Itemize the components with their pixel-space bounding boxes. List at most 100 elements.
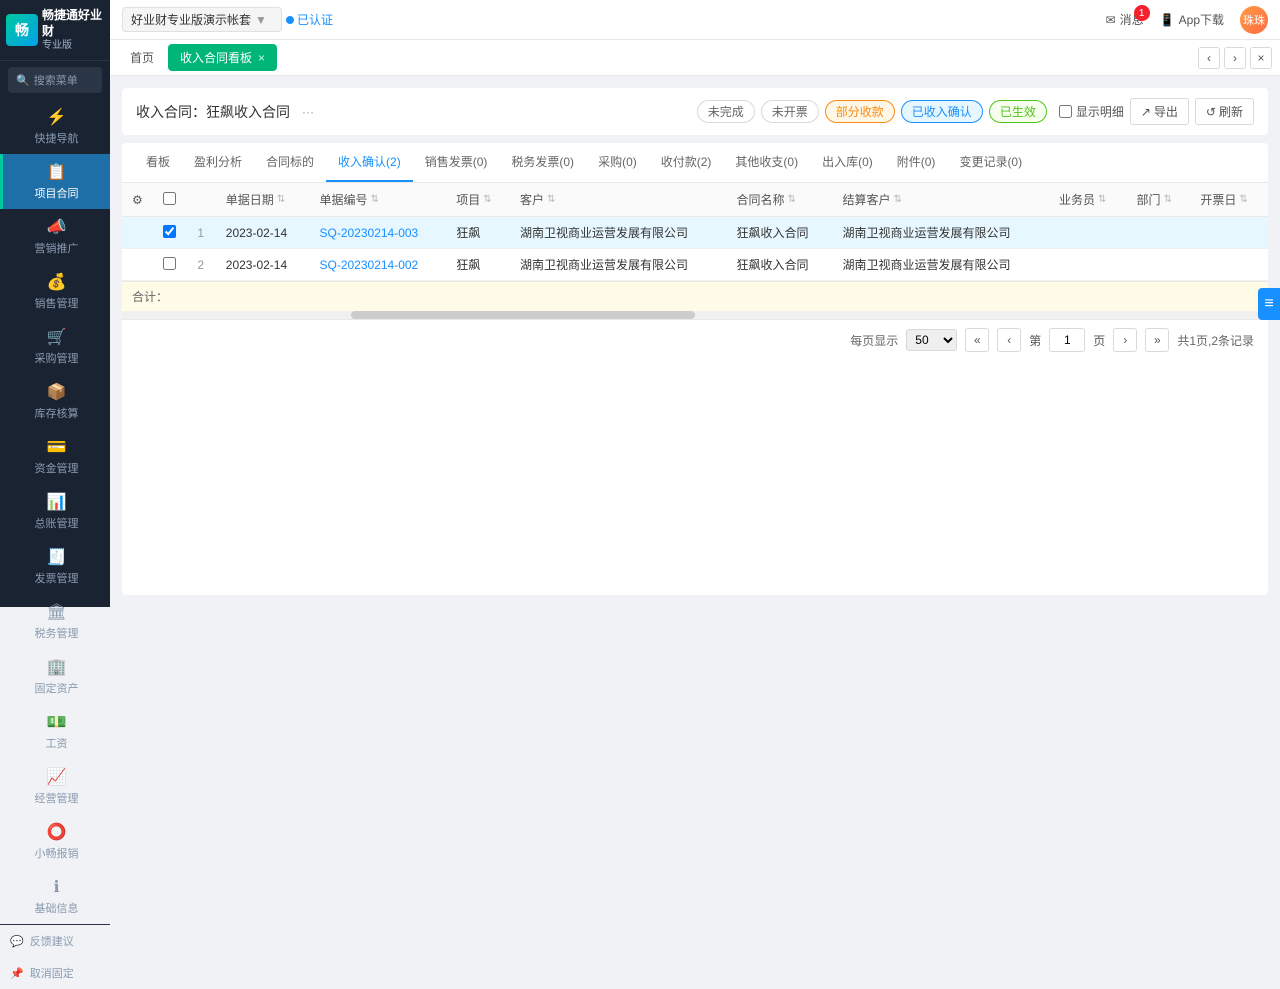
status-tag-effective[interactable]: 已生效 xyxy=(989,100,1047,123)
row-order-no-2[interactable]: SQ-20230214-002 xyxy=(309,249,446,281)
refresh-button[interactable]: ↺ 刷新 xyxy=(1195,98,1254,125)
sidebar-item-purchase[interactable]: 🛒 采购管理 xyxy=(0,319,110,374)
tab-close-icon[interactable]: × xyxy=(258,51,265,65)
feedback-icon: 💬 xyxy=(10,935,24,948)
sidebar-unpin[interactable]: 📌 取消固定 xyxy=(0,957,110,989)
sub-tab-profit[interactable]: 盈利分析 xyxy=(182,143,254,182)
select-all-checkbox[interactable] xyxy=(163,192,176,205)
row-select-1[interactable] xyxy=(163,225,176,238)
contract-more-icon[interactable]: ··· xyxy=(302,105,314,119)
search-menu-button[interactable]: 🔍 搜索菜单 xyxy=(8,67,102,93)
show-detail-checkbox-area[interactable]: 显示明细 xyxy=(1059,98,1124,125)
sub-tab-other-income[interactable]: 其他收支(0) xyxy=(723,143,810,182)
row-settings-1 xyxy=(122,217,153,249)
sort-order-icon[interactable]: ⇅ xyxy=(371,194,379,205)
sub-tab-board[interactable]: 看板 xyxy=(134,143,182,182)
sub-tab-tax-invoice[interactable]: 税务发票(0) xyxy=(499,143,586,182)
sidebar-item-sales[interactable]: 💰 销售管理 xyxy=(0,264,110,319)
sidebar-item-management[interactable]: 📈 经营管理 xyxy=(0,759,110,814)
sort-date-icon[interactable]: ⇅ xyxy=(277,194,285,205)
sort-settle-icon[interactable]: ⇅ xyxy=(893,194,901,205)
sidebar-item-inventory[interactable]: 📦 库存核算 xyxy=(0,374,110,429)
sidebar-item-marketing[interactable]: 📣 营销推广 xyxy=(0,209,110,264)
col-open-date-header: 开票日 ⇅ xyxy=(1190,183,1268,217)
status-tag-revenue-confirmed[interactable]: 已收入确认 xyxy=(901,100,983,123)
sidebar-feedback[interactable]: 💬 反馈建议 xyxy=(0,925,110,957)
sidebar-item-funds[interactable]: 💳 资金管理 xyxy=(0,429,110,484)
page-size-select[interactable]: 50 100 xyxy=(906,329,957,351)
sidebar-item-payroll[interactable]: 💵 工资 xyxy=(0,704,110,759)
settings-icon[interactable]: ⚙ xyxy=(132,193,143,207)
scrollbar-thumb[interactable] xyxy=(351,311,695,319)
sub-tab-revenue-confirm[interactable]: 收入确认(2) xyxy=(326,143,413,182)
show-detail-checkbox[interactable] xyxy=(1059,105,1072,118)
sub-tab-sales-invoice[interactable]: 销售发票(0) xyxy=(413,143,500,182)
status-tag-incomplete[interactable]: 未完成 xyxy=(697,100,755,123)
tab-prev-button[interactable]: ‹ xyxy=(1198,47,1220,69)
export-button[interactable]: ↗ 导出 xyxy=(1130,98,1189,125)
horizontal-scrollbar[interactable] xyxy=(122,311,1268,319)
row-num-1: 1 xyxy=(186,217,216,249)
next-page-button[interactable]: › xyxy=(1113,328,1137,352)
status-tag-partial-payment[interactable]: 部分收款 xyxy=(825,100,895,123)
col-checkbox-header xyxy=(153,183,186,217)
row-select-2[interactable] xyxy=(163,257,176,270)
sort-open-date-icon[interactable]: ⇅ xyxy=(1239,194,1247,205)
sort-contract-name-icon[interactable]: ⇅ xyxy=(788,194,796,205)
sort-dept-icon[interactable]: ⇅ xyxy=(1164,194,1172,205)
tabbar: 首页 收入合同看板 × ‹ › × xyxy=(110,40,1280,76)
sidebar-item-fixed-assets[interactable]: 🏢 固定资产 xyxy=(0,649,110,704)
status-tag-uninvoiced[interactable]: 未开票 xyxy=(761,100,819,123)
pagination: 每页显示 50 100 « ‹ 第 页 › » 共1页,2条记录 xyxy=(122,319,1268,360)
sub-tab-attachment[interactable]: 附件(0) xyxy=(885,143,948,182)
inventory-icon: 📦 xyxy=(47,382,67,402)
tab-close-all-button[interactable]: × xyxy=(1250,47,1272,69)
sub-tab-purchase[interactable]: 采购(0) xyxy=(586,143,649,182)
first-page-button[interactable]: « xyxy=(965,328,989,352)
tab-next-button[interactable]: › xyxy=(1224,47,1246,69)
sub-tab-payment[interactable]: 收付款(2) xyxy=(649,143,724,182)
sidebar-search-area: 🔍 搜索菜单 xyxy=(0,61,110,99)
sidebar-item-basic-info[interactable]: ℹ 基础信息 xyxy=(0,869,110,924)
tab-home[interactable]: 首页 xyxy=(118,43,166,72)
sort-salesman-icon[interactable]: ⇅ xyxy=(1098,194,1106,205)
row-settle-customer-1: 湖南卫视商业运营发展有限公司 xyxy=(832,217,1048,249)
order-link-2[interactable]: SQ-20230214-002 xyxy=(319,258,418,272)
sidebar-item-project-contract[interactable]: 📋 项目合同 xyxy=(0,154,110,209)
message-button[interactable]: ✉ 消息 1 xyxy=(1106,11,1144,28)
last-page-button[interactable]: » xyxy=(1145,328,1169,352)
tab-nav-buttons: ‹ › × xyxy=(1198,47,1272,69)
app-download-button[interactable]: 📱 App下载 xyxy=(1160,11,1224,28)
order-link-1[interactable]: SQ-20230214-003 xyxy=(319,226,418,240)
sub-tab-warehouse[interactable]: 出入库(0) xyxy=(810,143,885,182)
row-checkbox-2[interactable] xyxy=(153,249,186,281)
sort-customer-icon[interactable]: ⇅ xyxy=(547,194,555,205)
sidebar-item-expense[interactable]: ⭕ 小畅报销 xyxy=(0,814,110,869)
table-row[interactable]: 1 2023-02-14 SQ-20230214-003 狂飙 湖南卫视商业运营… xyxy=(122,217,1268,249)
sort-project-icon[interactable]: ⇅ xyxy=(483,194,491,205)
user-avatar[interactable]: 珠珠 xyxy=(1240,6,1268,34)
row-checkbox-1[interactable] xyxy=(153,217,186,249)
prev-page-button[interactable]: ‹ xyxy=(997,328,1021,352)
sub-tab-change-log[interactable]: 变更记录(0) xyxy=(947,143,1034,182)
company-name: 好业财专业版演示帐套 xyxy=(131,11,251,28)
contract-title: 收入合同：狂飙收入合同 xyxy=(136,102,290,122)
table-row[interactable]: 2 2023-02-14 SQ-20230214-002 狂飙 湖南卫视商业运营… xyxy=(122,249,1268,281)
footer-total-label: 合计： xyxy=(132,288,168,305)
row-order-no-1[interactable]: SQ-20230214-003 xyxy=(309,217,446,249)
sidebar-item-tax[interactable]: 🏛 税务管理 xyxy=(0,594,110,649)
sidebar-item-ledger[interactable]: 📊 总账管理 xyxy=(0,484,110,539)
company-selector[interactable]: 好业财专业版演示帐套 ▼ xyxy=(122,7,282,32)
page-number-input[interactable] xyxy=(1049,328,1085,352)
right-action-panel[interactable]: ≡ xyxy=(1258,288,1280,320)
row-num-2: 2 xyxy=(186,249,216,281)
sub-tab-subject[interactable]: 合同标的 xyxy=(254,143,326,182)
project-contract-icon: 📋 xyxy=(47,162,67,182)
search-icon: 🔍 xyxy=(16,74,30,87)
row-dept-1 xyxy=(1127,217,1191,249)
sidebar-item-invoice[interactable]: 🧾 发票管理 xyxy=(0,539,110,594)
tab-income-contract[interactable]: 收入合同看板 × xyxy=(168,44,277,71)
sidebar-item-quick-nav[interactable]: ⚡ 快捷导航 xyxy=(0,99,110,154)
row-project-2: 狂飙 xyxy=(446,249,510,281)
app-logo-text: 畅捷通好业财 专业版 xyxy=(42,8,104,52)
